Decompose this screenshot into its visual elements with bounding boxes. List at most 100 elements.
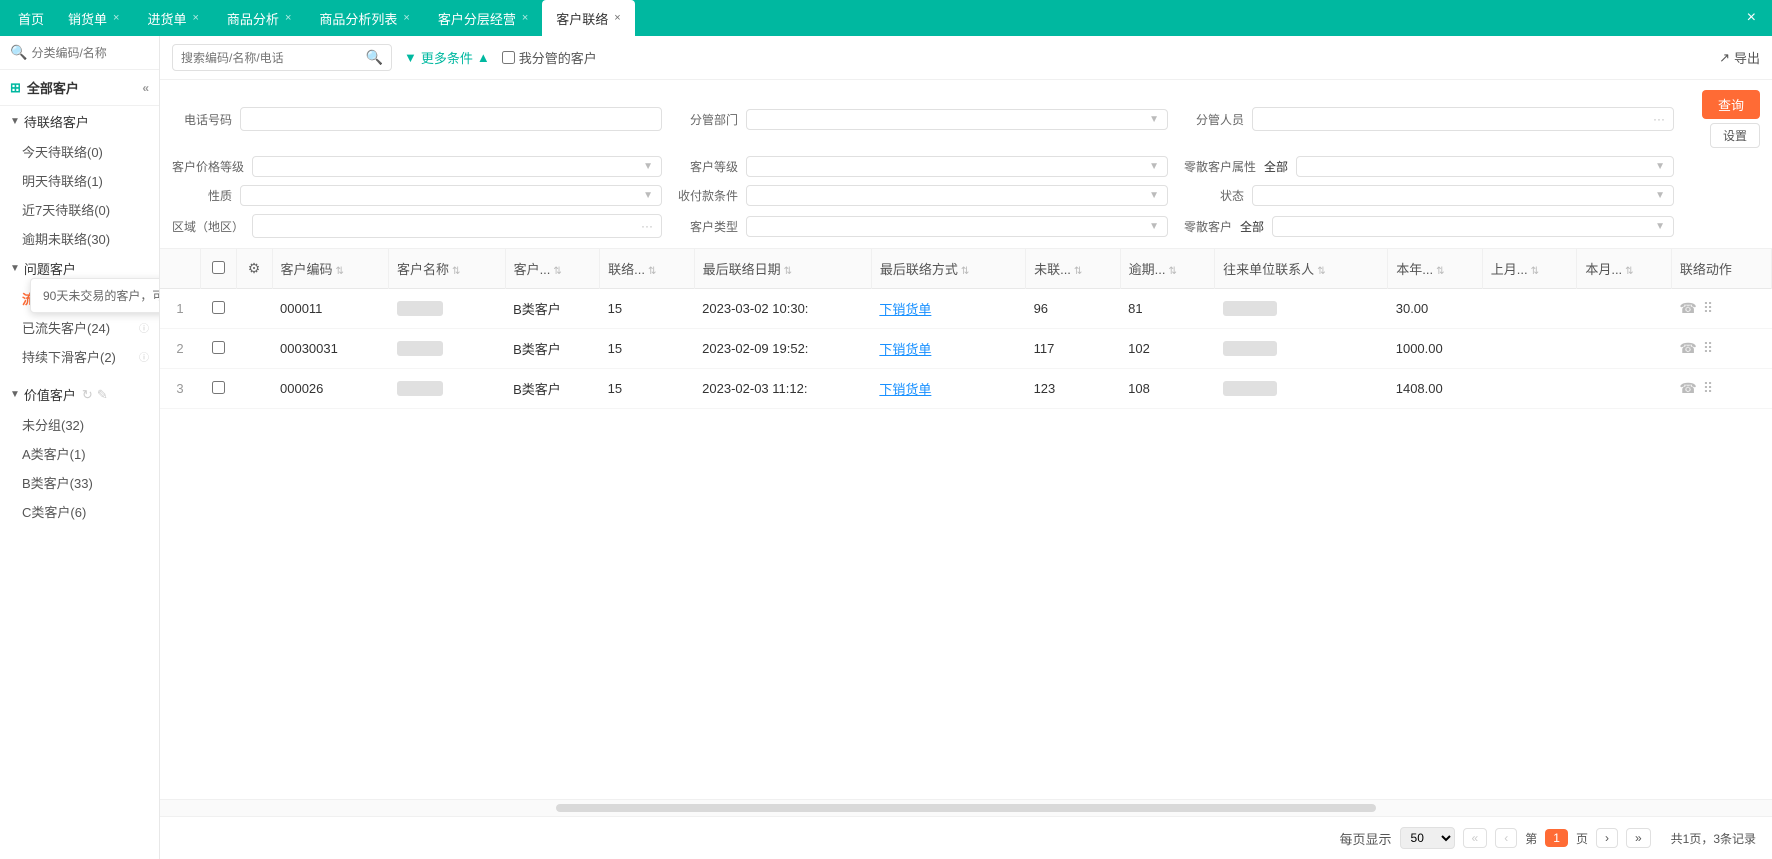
row-check[interactable] [200, 369, 236, 409]
nav-tab-sales[interactable]: 销货单 × [54, 0, 133, 36]
col-customer-name-header[interactable]: 客户名称 [389, 249, 506, 289]
sidebar-item-churned[interactable]: 已流失客户(24) ⓘ [0, 313, 159, 342]
filter-search-input[interactable] [181, 51, 366, 65]
sidebar-item-today[interactable]: 今天待联络(0) [0, 137, 159, 166]
row-checkbox[interactable] [212, 341, 225, 354]
filter-search-button[interactable]: 🔍 [366, 49, 383, 66]
content-area: 🔍 ▼ 更多条件 ▲ 我分管的客户 ↗ 导出 电话号码 [160, 36, 1772, 859]
sidebar-search-input[interactable] [31, 46, 160, 60]
row-check[interactable] [200, 289, 236, 329]
sporadic-select[interactable]: ▼ [1272, 216, 1674, 237]
row-settings [236, 369, 272, 409]
overdue-days: 108 [1120, 369, 1215, 409]
close-icon[interactable]: × [285, 12, 291, 24]
contact-icon[interactable]: ☎ [1679, 340, 1696, 357]
query-button[interactable]: 查询 [1702, 90, 1760, 119]
phone-input[interactable] [240, 107, 662, 131]
overdue-days: 102 [1120, 329, 1215, 369]
col-settings-header[interactable]: ⚙ [236, 249, 272, 289]
col-customer-type-header[interactable]: 客户... [505, 249, 600, 289]
col-last-contact-method-header[interactable]: 最后联络方式 [871, 249, 1025, 289]
contact-icon[interactable]: ☎ [1679, 300, 1696, 317]
col-customer-code-header[interactable]: 客户编码 [272, 249, 389, 289]
sidebar-item-unclassified[interactable]: 未分组(32) [0, 410, 159, 439]
filter-field-payment: 收付款条件 ▼ [678, 185, 1168, 206]
department-select[interactable]: ▼ [746, 109, 1168, 130]
horizontal-scrollbar[interactable] [160, 799, 1772, 816]
customer-type-select[interactable]: ▼ [746, 216, 1168, 237]
last-contact-method[interactable]: 下销货单 [871, 369, 1025, 409]
col-contact-header[interactable]: 联络... [600, 249, 695, 289]
filter-row-1: 电话号码 分管部门 ▼ 分管人员 ··· [172, 90, 1760, 148]
col-unit-contact-header[interactable]: 往来单位联系人 [1215, 249, 1388, 289]
nav-tab-analysis-list[interactable]: 商品分析列表 × [305, 0, 423, 36]
settings-button[interactable]: 设置 [1710, 123, 1760, 148]
refresh-icon[interactable]: ↻ [82, 387, 93, 403]
close-icon[interactable]: × [113, 12, 119, 24]
close-icon[interactable]: × [192, 12, 198, 24]
export-button[interactable]: ↗ 导出 [1719, 48, 1760, 67]
nav-tab-customer-contact[interactable]: 客户联络 × [542, 0, 634, 36]
region-select[interactable]: ··· [252, 214, 662, 238]
sidebar-group-value[interactable]: ▼ 价值客户 ↻ ✎ [0, 379, 159, 410]
more-actions-icon[interactable]: ⠿ [1703, 380, 1713, 397]
col-overdue-header[interactable]: 逾期... [1120, 249, 1215, 289]
sidebar-item-7days[interactable]: 近7天待联络(0) [0, 195, 159, 224]
nav-tab-customer-layer[interactable]: 客户分层经营 × [424, 0, 542, 36]
price-level-select[interactable]: ▼ [252, 156, 662, 177]
edit-icon[interactable]: ✎ [97, 387, 108, 403]
uncontacted-days: 96 [1026, 289, 1121, 329]
last-page-button[interactable]: » [1626, 828, 1651, 848]
chevron-down-icon: ▼ [643, 161, 653, 172]
contact-icon[interactable]: ☎ [1679, 380, 1696, 397]
row-checkbox[interactable] [212, 301, 225, 314]
close-all-button[interactable]: × [1739, 9, 1764, 27]
this-month-amount [1577, 329, 1672, 369]
customer-level-select[interactable]: ▼ [746, 156, 1168, 177]
first-page-button[interactable]: « [1463, 828, 1488, 848]
sidebar-item-class-c[interactable]: C类客户(6) [0, 497, 159, 526]
col-uncontacted-header[interactable]: 未联... [1026, 249, 1121, 289]
sidebar-group-pending[interactable]: ▼ 待联络客户 [0, 106, 159, 137]
sidebar-item-declining[interactable]: 持续下滑客户(2) ⓘ [0, 342, 159, 371]
row-checkbox[interactable] [212, 381, 225, 394]
sidebar-item-tomorrow[interactable]: 明天待联络(1) [0, 166, 159, 195]
close-icon[interactable]: × [522, 12, 528, 24]
sporadic-attr-select[interactable]: ▼ [1296, 156, 1674, 177]
prev-page-button[interactable]: ‹ [1495, 828, 1517, 848]
status-select[interactable]: ▼ [1252, 185, 1674, 206]
sidebar-all-customers[interactable]: ⊞ 全部客户 « [0, 70, 159, 106]
my-customers-checkbox[interactable] [502, 51, 515, 64]
nature-select[interactable]: ▼ [240, 185, 662, 206]
scrollbar-thumb[interactable] [556, 804, 1376, 812]
nav-tab-analysis[interactable]: 商品分析 × [213, 0, 305, 36]
close-icon[interactable]: × [614, 12, 620, 24]
next-page-button[interactable]: › [1596, 828, 1618, 848]
sidebar-item-class-a[interactable]: A类客户(1) [0, 439, 159, 468]
sidebar-item-class-b[interactable]: B类客户(33) [0, 468, 159, 497]
table-settings-icon[interactable]: ⚙ [248, 260, 261, 276]
more-actions-icon[interactable]: ⠿ [1703, 340, 1713, 357]
row-check[interactable] [200, 329, 236, 369]
more-actions-icon[interactable]: ⠿ [1703, 300, 1713, 317]
filter-field-region: 区域（地区） ··· [172, 214, 662, 238]
col-this-month-header[interactable]: 本月... [1577, 249, 1672, 289]
col-this-year-header[interactable]: 本年... [1388, 249, 1483, 289]
sidebar: 🔍 ⊞ 全部客户 « ▼ 待联络客户 今天待联络(0) 明天待联络(1) 近7天… [0, 36, 160, 859]
select-all-checkbox[interactable] [212, 261, 225, 274]
nav-tab-purchase[interactable]: 进货单 × [133, 0, 212, 36]
last-contact-method[interactable]: 下销货单 [871, 289, 1025, 329]
close-icon[interactable]: × [403, 12, 409, 24]
sidebar-item-overdue-contact[interactable]: 逾期未联络(30) [0, 224, 159, 253]
payment-select[interactable]: ▼ [746, 185, 1168, 206]
nav-tab-home[interactable]: 首页 [8, 0, 54, 36]
per-page-select[interactable]: 50 100 200 [1400, 827, 1455, 849]
col-last-contact-date-header[interactable]: 最后联络日期 [694, 249, 871, 289]
customer-name [389, 369, 506, 409]
filter-my-customers[interactable]: 我分管的客户 [502, 48, 597, 67]
manager-select[interactable]: ··· [1252, 107, 1674, 131]
filter-more-conditions[interactable]: ▼ 更多条件 ▲ [404, 48, 490, 67]
last-contact-method[interactable]: 下销货单 [871, 329, 1025, 369]
col-last-month-header[interactable]: 上月... [1482, 249, 1577, 289]
customer-type: B类客户 [505, 289, 600, 329]
